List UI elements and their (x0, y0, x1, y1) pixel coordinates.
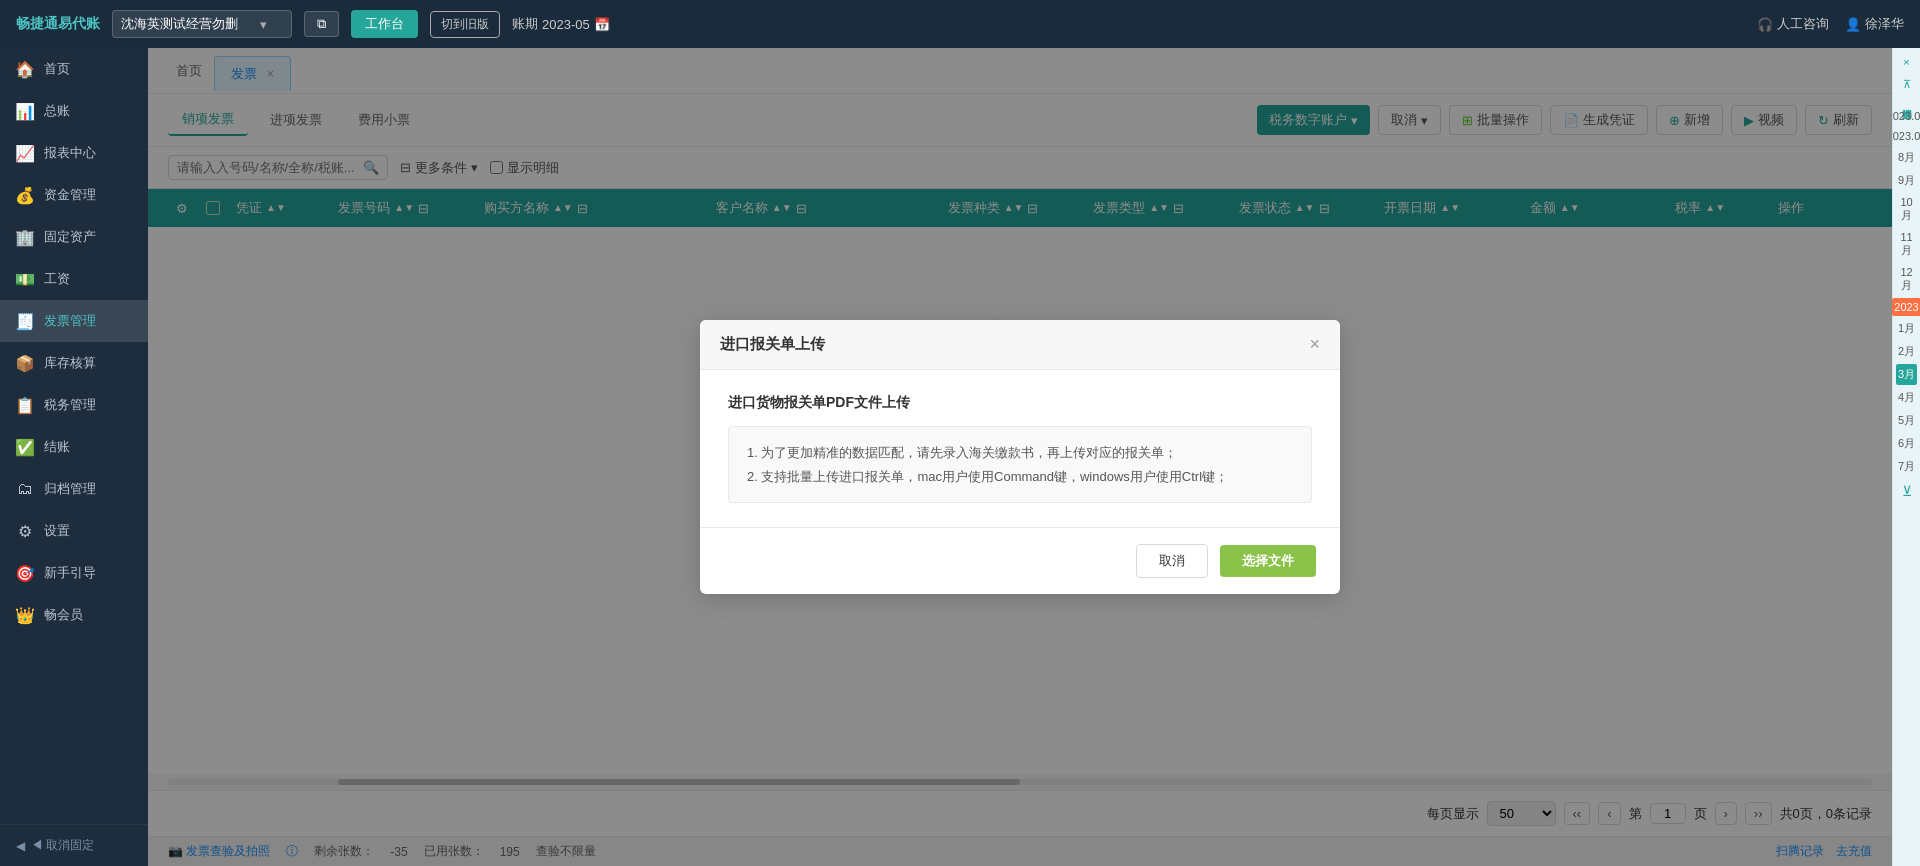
company-dropdown-icon: ▾ (260, 17, 267, 32)
import-customs-modal: 进口报关单上传 × 进口货物报关单PDF文件上传 1. 为了更加精准的数据匹配，… (700, 320, 1340, 594)
sidebar-label-invoice: 发票管理 (44, 312, 96, 330)
modal-header: 进口报关单上传 × (700, 320, 1340, 370)
top-bar: 畅捷通易代账 沈海英测试经营勿删 ▾ ⧉ 工作台 切到旧版 账期 2023-05… (0, 0, 1920, 48)
right-panel-month-9[interactable]: 2月 (1896, 341, 1917, 362)
vip-icon: 👑 (16, 606, 34, 624)
user-name: 徐泽华 (1865, 15, 1904, 33)
archive-icon: 🗂 (16, 480, 34, 498)
sidebar-label-ledger: 总账 (44, 102, 70, 120)
copy-button[interactable]: ⧉ (304, 11, 339, 37)
period-select-label[interactable]: 期间选择 (1900, 97, 1914, 105)
right-panel-expand-top[interactable]: ⊼ (1901, 74, 1913, 95)
period-label: 账期 (512, 15, 538, 33)
sidebar-item-reports[interactable]: 📈 报表中心 (0, 132, 148, 174)
support-button[interactable]: 🎧 人工咨询 (1757, 15, 1829, 33)
right-panel-year-2023[interactable]: 2023 (1892, 298, 1920, 316)
modal-footer: 取消 选择文件 (700, 527, 1340, 594)
sidebar-label-reports: 报表中心 (44, 144, 96, 162)
guide-icon: 🎯 (16, 564, 34, 582)
sidebar-label-assets: 固定资产 (44, 228, 96, 246)
top-right-area: 🎧 人工咨询 👤 徐泽华 (1757, 15, 1904, 33)
modal-select-file-button[interactable]: 选择文件 (1220, 545, 1316, 577)
sidebar-item-guide[interactable]: 🎯 新手引导 (0, 552, 148, 594)
modal-body: 进口货物报关单PDF文件上传 1. 为了更加精准的数据匹配，请先录入海关缴款书，… (700, 370, 1340, 527)
right-panel-month-4[interactable]: 10月 (1893, 193, 1920, 226)
app-logo: 畅捷通易代账 (16, 15, 100, 33)
settings-icon: ⚙ (16, 522, 34, 540)
content-area: 首页 发票 × 销项发票 进项发票 费用小票 税务数字账户 ▾ 取消 (148, 48, 1892, 866)
cancel-fixed-icon: ◀ (16, 839, 25, 853)
funds-icon: 💰 (16, 186, 34, 204)
invoice-icon: 🧾 (16, 312, 34, 330)
workbench-button[interactable]: 工作台 (351, 10, 418, 38)
right-panel-month-11[interactable]: 4月 (1896, 387, 1917, 408)
modal-notice-item-2: 2. 支持批量上传进口报关单，mac用户使用Command键，windows用户… (747, 465, 1293, 488)
sidebar-item-vip[interactable]: 👑 畅会员 (0, 594, 148, 636)
sidebar-label-settlement: 结账 (44, 438, 70, 456)
right-panel-expand-bottom[interactable]: ⊻ (1898, 479, 1916, 503)
right-panel-month-10[interactable]: 3月 (1896, 364, 1917, 385)
right-panel-month-2[interactable]: 8月 (1896, 147, 1917, 168)
sidebar-item-invoice[interactable]: 🧾 发票管理 (0, 300, 148, 342)
right-panel-month-6[interactable]: 12月 (1893, 263, 1920, 296)
sidebar-label-funds: 资金管理 (44, 186, 96, 204)
sidebar: 🏠 首页 📊 总账 📈 报表中心 💰 资金管理 🏢 固定资产 💵 工资 (0, 48, 148, 866)
tax-icon: 📋 (16, 396, 34, 414)
modal-section-title: 进口货物报关单PDF文件上传 (728, 394, 1312, 412)
sidebar-item-funds[interactable]: 💰 资金管理 (0, 174, 148, 216)
company-name: 沈海英测试经营勿删 (121, 15, 238, 33)
company-selector[interactable]: 沈海英测试经营勿删 ▾ (112, 10, 292, 38)
calendar-icon[interactable]: 📅 (594, 17, 610, 32)
sidebar-label-archive: 归档管理 (44, 480, 96, 498)
right-panel-month-5[interactable]: 11月 (1893, 228, 1920, 261)
sidebar-item-tax[interactable]: 📋 税务管理 (0, 384, 148, 426)
sidebar-item-home[interactable]: 🏠 首页 (0, 48, 148, 90)
right-panel-month-13[interactable]: 6月 (1896, 433, 1917, 454)
sidebar-label-home: 首页 (44, 60, 70, 78)
sidebar-label-vip: 畅会员 (44, 606, 83, 624)
support-label: 人工咨询 (1777, 15, 1829, 33)
sidebar-label-inventory: 库存核算 (44, 354, 96, 372)
ledger-icon: 📊 (16, 102, 34, 120)
modal-close-button[interactable]: × (1309, 334, 1320, 355)
sidebar-item-assets[interactable]: 🏢 固定资产 (0, 216, 148, 258)
inventory-icon: 📦 (16, 354, 34, 372)
settlement-icon: ✅ (16, 438, 34, 456)
modal-notice-item-1: 1. 为了更加精准的数据匹配，请先录入海关缴款书，再上传对应的报关单； (747, 441, 1293, 464)
sidebar-label-settings: 设置 (44, 522, 70, 540)
sidebar-item-archive[interactable]: 🗂 归档管理 (0, 468, 148, 510)
right-panel: × ⊼ 期间选择 2023.03 2023.03 8月 9月 10月 11月 1… (1892, 48, 1920, 866)
salary-icon: 💵 (16, 270, 34, 288)
period-info: 账期 2023-05 📅 (512, 15, 610, 33)
right-panel-close[interactable]: × (1901, 52, 1911, 72)
sidebar-item-settlement[interactable]: ✅ 结账 (0, 426, 148, 468)
right-panel-month-12[interactable]: 5月 (1896, 410, 1917, 431)
right-panel-month-3[interactable]: 9月 (1896, 170, 1917, 191)
modal-notice-box: 1. 为了更加精准的数据匹配，请先录入海关缴款书，再上传对应的报关单； 2. 支… (728, 426, 1312, 503)
sidebar-item-settings[interactable]: ⚙ 设置 (0, 510, 148, 552)
period-value: 2023-05 (542, 17, 590, 32)
user-info[interactable]: 👤 徐泽华 (1845, 15, 1904, 33)
headset-icon: 🎧 (1757, 17, 1773, 32)
reports-icon: 📈 (16, 144, 34, 162)
sidebar-item-ledger[interactable]: 📊 总账 (0, 90, 148, 132)
switch-version-button[interactable]: 切到旧版 (430, 11, 500, 38)
modal-cancel-button[interactable]: 取消 (1136, 544, 1208, 578)
user-avatar-icon: 👤 (1845, 17, 1861, 32)
right-panel-month-8[interactable]: 1月 (1896, 318, 1917, 339)
modal-overlay: 进口报关单上传 × 进口货物报关单PDF文件上传 1. 为了更加精准的数据匹配，… (148, 48, 1892, 866)
sidebar-label-guide: 新手引导 (44, 564, 96, 582)
sidebar-label-tax: 税务管理 (44, 396, 96, 414)
assets-icon: 🏢 (16, 228, 34, 246)
sidebar-label-salary: 工资 (44, 270, 70, 288)
home-icon: 🏠 (16, 60, 34, 78)
sidebar-item-salary[interactable]: 💵 工资 (0, 258, 148, 300)
right-panel-month-14[interactable]: 7月 (1896, 456, 1917, 477)
cancel-fixed-button[interactable]: ◀ ◀ 取消固定 (0, 824, 148, 866)
modal-title: 进口报关单上传 (720, 335, 825, 354)
sidebar-item-inventory[interactable]: 📦 库存核算 (0, 342, 148, 384)
cancel-fixed-label: ◀ 取消固定 (31, 837, 94, 854)
